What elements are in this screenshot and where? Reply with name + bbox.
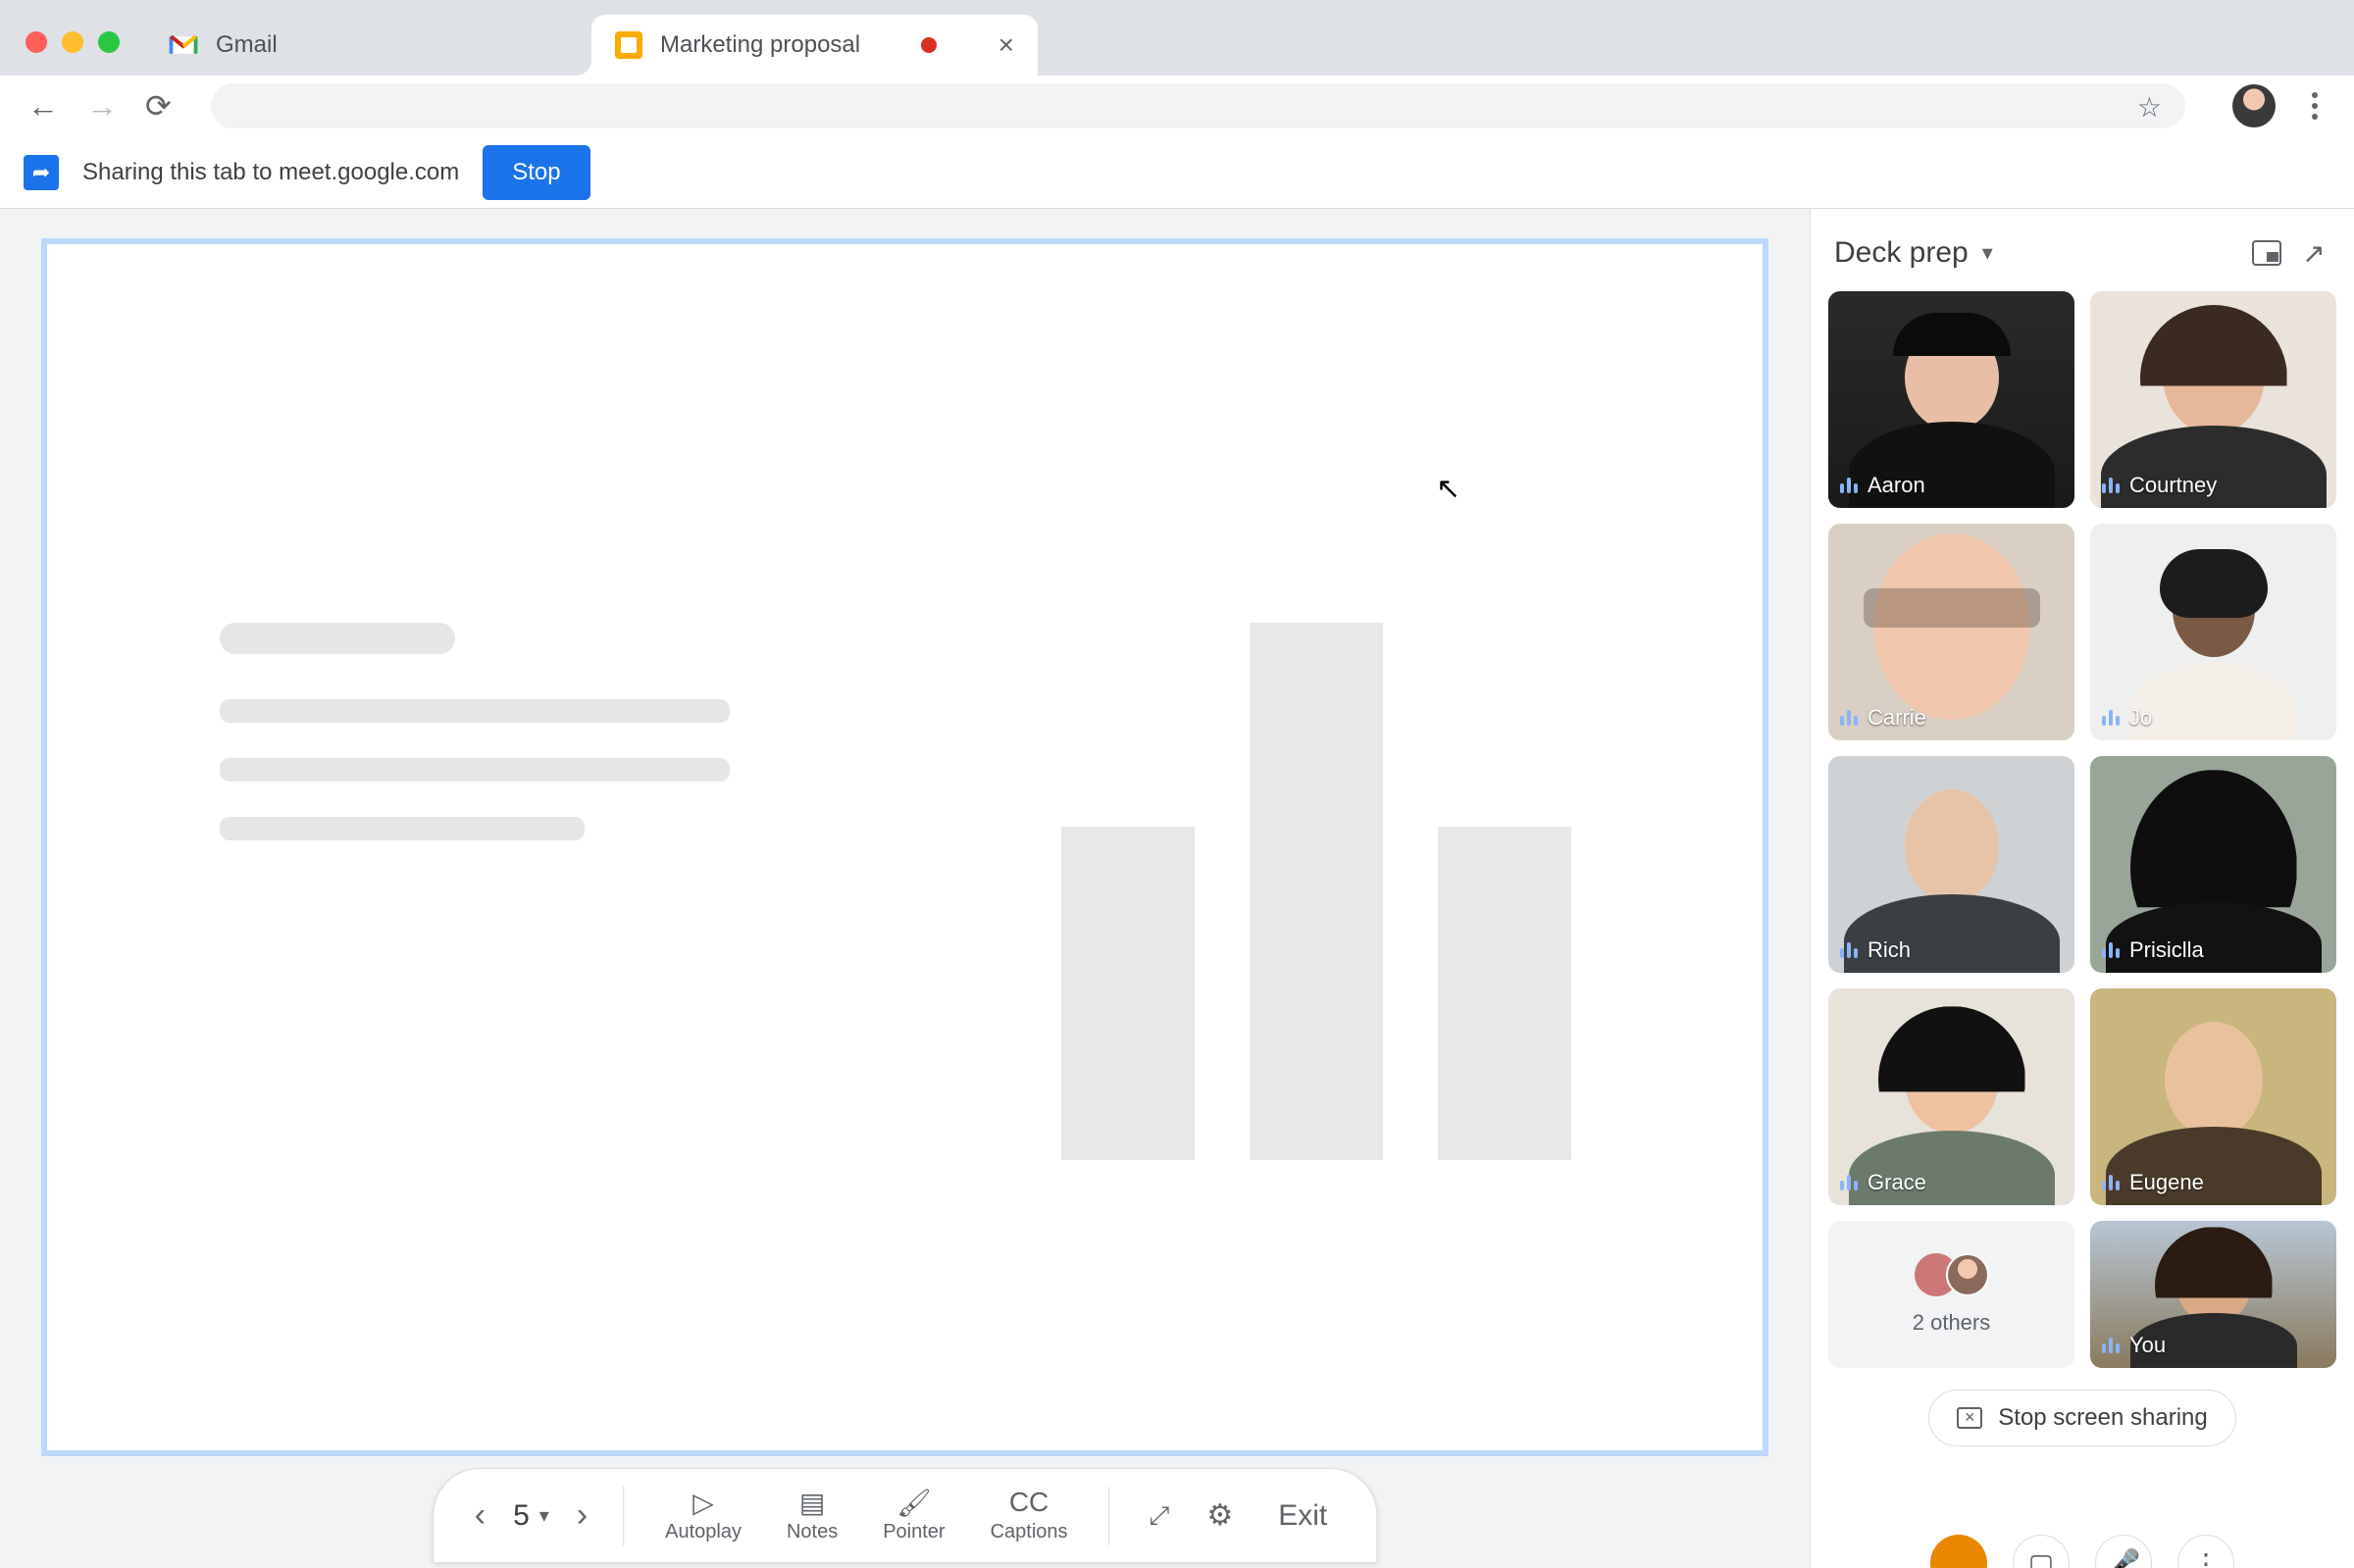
audio-indicator-icon xyxy=(1840,710,1858,726)
chart-bar xyxy=(1061,827,1195,1160)
browser-tab-gmail[interactable]: Gmail xyxy=(145,15,591,76)
participant-tile[interactable]: Carrie xyxy=(1828,524,2074,740)
meet-controls-bar: ▢ 🎤 ⋮ xyxy=(1811,1509,2354,1568)
captions-button[interactable]: CC Captions xyxy=(979,1488,1080,1543)
browser-menu-button[interactable] xyxy=(2303,92,2327,120)
nav-forward-button[interactable]: → xyxy=(86,90,118,122)
chevron-down-icon[interactable]: ▾ xyxy=(1982,240,1993,266)
presentation-area: ↖ ‹ 5 ▾ › ▷ Autoplay ▤ Notes 🖌 Pointer xyxy=(0,209,1811,1568)
audio-indicator-icon xyxy=(2102,1338,2120,1353)
pointer-button[interactable]: 🖌 Pointer xyxy=(871,1488,956,1543)
participant-name: Prisiclla xyxy=(2129,937,2204,963)
slide-number: 5 xyxy=(513,1499,530,1533)
overflow-count-label: 2 others xyxy=(1913,1310,1991,1336)
participant-name: Eugene xyxy=(2129,1170,2204,1195)
participant-name: You xyxy=(2129,1333,2166,1358)
tab-sharing-bar: ➦ Sharing this tab to meet.google.com St… xyxy=(0,136,2354,209)
address-bar[interactable]: ☆ xyxy=(211,83,2185,128)
audio-indicator-icon xyxy=(2102,942,2120,958)
slide-canvas[interactable]: ↖ xyxy=(63,260,1747,1435)
audio-indicator-icon xyxy=(2102,478,2120,493)
screen-share-icon: ➦ xyxy=(24,155,59,190)
exit-presentation-button[interactable]: Exit xyxy=(1264,1499,1341,1533)
tab-recording-indicator xyxy=(921,37,937,53)
browser-tab-strip: Gmail Marketing proposal × xyxy=(0,0,2354,76)
next-slide-button[interactable]: › xyxy=(571,1496,593,1535)
window-zoom-button[interactable] xyxy=(98,31,120,53)
window-close-button[interactable] xyxy=(26,31,47,53)
settings-button[interactable]: ⚙ xyxy=(1197,1498,1243,1533)
mouse-cursor-icon: ↖ xyxy=(1436,472,1460,506)
slides-icon xyxy=(615,31,642,59)
autoplay-button[interactable]: ▷ Autoplay xyxy=(653,1488,753,1543)
slide-number-selector[interactable]: 5 ▾ xyxy=(513,1499,549,1533)
stop-sharing-button[interactable]: Stop xyxy=(483,145,589,200)
profile-avatar[interactable] xyxy=(2232,84,2276,127)
notes-icon: ▤ xyxy=(799,1488,825,1517)
meeting-title[interactable]: Deck prep xyxy=(1834,236,1969,270)
audio-indicator-icon xyxy=(2102,1175,2120,1190)
participant-tile[interactable]: Prisiclla xyxy=(2090,756,2336,973)
chart-bar xyxy=(1438,827,1571,1160)
chart-bar xyxy=(1250,623,1383,1160)
prev-slide-button[interactable]: ‹ xyxy=(469,1496,491,1535)
captions-icon: CC xyxy=(1009,1488,1049,1517)
participant-name: Grace xyxy=(1868,1170,1926,1195)
participant-tile[interactable]: Jo xyxy=(2090,524,2336,740)
chevron-down-icon: ▾ xyxy=(539,1503,549,1528)
placeholder-line xyxy=(220,758,730,782)
tab-close-button[interactable]: × xyxy=(998,29,1014,61)
nav-reload-button[interactable]: ⟳ xyxy=(145,90,172,122)
participant-tile[interactable]: Grace xyxy=(1828,988,2074,1205)
sharing-status-text: Sharing this tab to meet.google.com xyxy=(82,159,459,186)
placeholder-line xyxy=(220,699,730,723)
mic-toggle-button[interactable]: 🎤 xyxy=(2095,1535,2152,1568)
participant-tile[interactable]: Courtney xyxy=(2090,291,2336,508)
more-options-button[interactable]: ⋮ xyxy=(2177,1535,2234,1568)
tab-title: Marketing proposal xyxy=(660,31,860,59)
speaker-notes-button[interactable]: ▤ Notes xyxy=(775,1488,849,1543)
overflow-participants-tile[interactable]: 2 others xyxy=(1828,1221,2074,1367)
pop-out-button[interactable]: ↗ xyxy=(2297,238,2330,268)
tab-title: Gmail xyxy=(216,31,278,59)
placeholder-line xyxy=(220,817,585,840)
placeholder-title xyxy=(220,623,455,654)
self-view-tile[interactable]: You xyxy=(2090,1221,2336,1367)
window-minimize-button[interactable] xyxy=(62,31,83,53)
meet-side-panel: Deck prep ▾ ↗ Aaron Courtney Carrie xyxy=(1811,209,2354,1568)
camera-toggle-button[interactable]: ▢ xyxy=(2013,1535,2070,1568)
participant-tile[interactable]: Aaron xyxy=(1828,291,2074,508)
browser-toolbar: ← → ⟳ ☆ xyxy=(0,76,2354,136)
nav-back-button[interactable]: ← xyxy=(27,90,59,122)
participant-grid: Aaron Courtney Carrie Jo Rich Prisiclla xyxy=(1828,291,2336,1368)
stop-screen-sharing-button[interactable]: Stop screen sharing xyxy=(1928,1390,2235,1446)
audio-indicator-icon xyxy=(1840,478,1858,493)
stop-presenting-icon xyxy=(1957,1407,1982,1429)
browser-tab-slides[interactable]: Marketing proposal × xyxy=(591,15,1038,76)
audio-indicator-icon xyxy=(1840,1175,1858,1190)
participant-name: Aaron xyxy=(1868,473,1925,498)
window-controls xyxy=(26,31,120,53)
slide-selection-border: ↖ xyxy=(41,238,1768,1456)
overflow-avatars xyxy=(1915,1253,1989,1296)
participant-name: Jo xyxy=(2129,705,2152,731)
participant-tile[interactable]: Eugene xyxy=(2090,988,2336,1205)
participant-name: Courtney xyxy=(2129,473,2217,498)
participant-name: Carrie xyxy=(1868,705,1926,731)
participant-tile[interactable]: Rich xyxy=(1828,756,2074,973)
bookmark-star-icon[interactable]: ☆ xyxy=(2137,91,2162,124)
presenter-toolbar: ‹ 5 ▾ › ▷ Autoplay ▤ Notes 🖌 Pointer CC … xyxy=(433,1468,1378,1562)
participant-name: Rich xyxy=(1868,937,1911,963)
gmail-icon xyxy=(169,33,198,57)
meet-primary-button[interactable] xyxy=(1930,1535,1987,1568)
play-icon: ▷ xyxy=(692,1488,714,1517)
pointer-icon: 🖌 xyxy=(896,1488,932,1517)
audio-indicator-icon xyxy=(2102,710,2120,726)
audio-indicator-icon xyxy=(1840,942,1858,958)
picture-in-picture-button[interactable] xyxy=(2250,238,2283,268)
exit-fullscreen-button[interactable]: ⤢ xyxy=(1140,1500,1176,1532)
